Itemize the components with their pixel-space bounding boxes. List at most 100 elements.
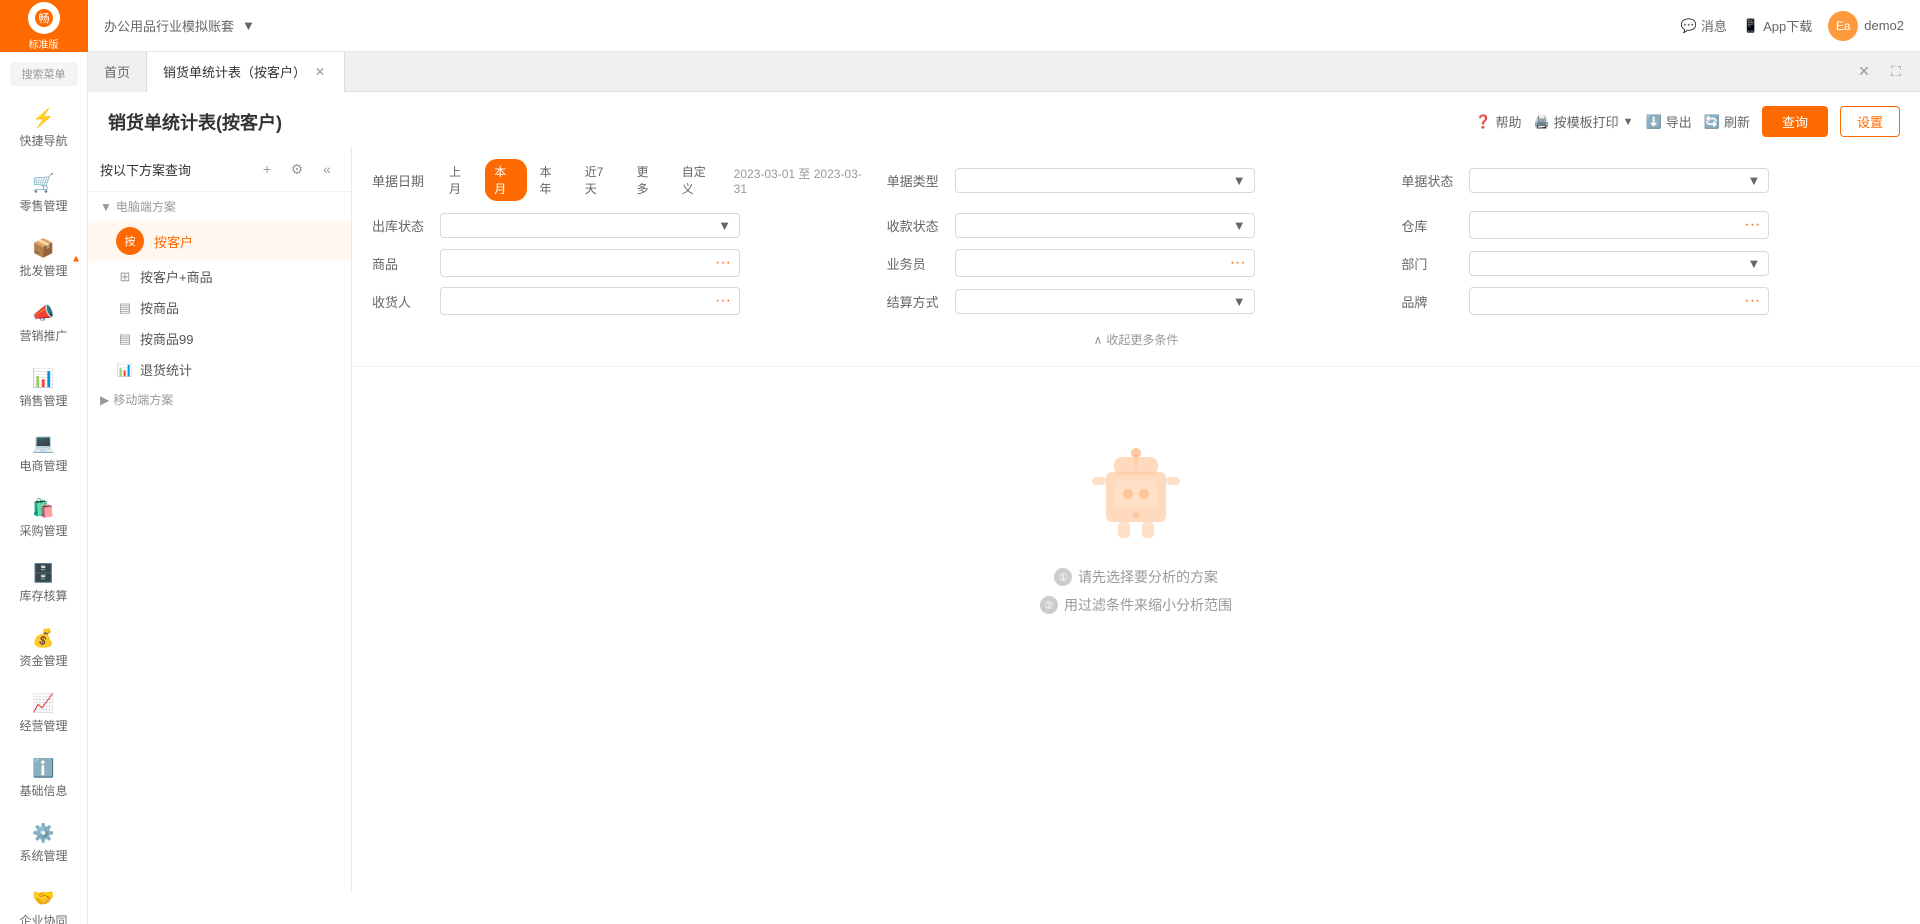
print-button[interactable]: 🖨️ 按模板打印 ▼ <box>1533 112 1633 131</box>
tab-home[interactable]: 首页 <box>88 52 147 92</box>
export-button[interactable]: ⬇️ 导出 <box>1646 112 1692 131</box>
tree-item-refund-stats[interactable]: 📊 退货统计 <box>88 354 351 385</box>
search-menu-label[interactable]: 搜索菜单 <box>10 62 78 86</box>
doc-status-label: 单据状态 <box>1401 171 1461 190</box>
close-window-button[interactable]: ✕ <box>1852 60 1876 84</box>
sidebar-item-wholesale[interactable]: 📦 批发管理 ▲ <box>0 226 87 291</box>
product-dots-icon[interactable]: ··· <box>715 254 731 272</box>
collapse-bar[interactable]: ∧ 收起更多条件 <box>372 325 1900 354</box>
date-btn-last-month[interactable]: 上月 <box>440 159 481 201</box>
tabbar: 首页 销货单统计表（按客户） ✕ ✕ ⛶ <box>88 52 1920 92</box>
tree-group-mobile[interactable]: ▶ 移动端方案 <box>88 385 351 414</box>
brand-input[interactable]: ··· <box>1469 287 1769 315</box>
sidebar-item-basic[interactable]: ℹ️ 基础信息 <box>0 746 87 811</box>
tree-group-desktop[interactable]: ▼ 电脑端方案 <box>88 192 351 221</box>
recipient-dots-icon[interactable]: ··· <box>715 292 731 310</box>
out-status-dropdown-icon: ▼ <box>718 218 731 233</box>
out-status-select[interactable]: ▼ <box>440 213 740 238</box>
filter-staff-item: 业务员 ··· <box>887 249 1386 277</box>
staff-input[interactable]: ··· <box>955 249 1255 277</box>
filter-settlement-item: 结算方式 ▼ <box>887 289 1386 314</box>
grid-icon: ⊞ <box>116 268 134 286</box>
date-btn-more[interactable]: 更多 <box>628 159 669 201</box>
filter-payment-status-item: 收款状态 ▼ <box>887 213 1386 238</box>
left-panel: 按以下方案查询 + ⚙ « ▼ <box>88 147 352 891</box>
left-panel-header: 按以下方案查询 + ⚙ « <box>88 147 351 192</box>
warehouse-input[interactable]: ··· <box>1469 211 1769 239</box>
hint-text-1: 请先选择要分析的方案 <box>1078 567 1218 587</box>
sidebar-item-ecommerce[interactable]: 💻 电商管理 <box>0 421 87 486</box>
doc-type-select[interactable]: ▼ <box>955 168 1255 193</box>
payment-status-dropdown-icon: ▼ <box>1233 218 1246 233</box>
sidebar-item-sales[interactable]: 📊 销售管理 <box>0 356 87 421</box>
filter-area: 单据日期 上月 本月 本年 近7天 更多 自定义 2023-03-01 至 20… <box>352 147 1920 367</box>
tab-sales-report[interactable]: 销货单统计表（按客户） ✕ <box>147 52 345 92</box>
tree-item-by-customer-product[interactable]: ⊞ 按客户+商品 <box>88 261 351 292</box>
print-label: 按模板打印 <box>1554 112 1619 131</box>
tree-item-by-customer[interactable]: 按 按客户 <box>88 221 351 261</box>
close-window-icon: ✕ <box>1858 63 1870 80</box>
date-btn-custom[interactable]: 自定义 <box>673 159 726 201</box>
sidebar-item-system[interactable]: ⚙️ 系统管理 <box>0 811 87 876</box>
sidebar-item-operations[interactable]: 📈 经营管理 <box>0 681 87 746</box>
dropdown-arrow-icon: ▼ <box>242 18 255 33</box>
left-panel-actions: + ⚙ « <box>255 157 339 181</box>
home-tab-label: 首页 <box>104 62 130 81</box>
sidebar-quick-nav[interactable]: ⚡ 快捷导航 <box>0 96 87 161</box>
topbar-left: 办公用品行业模拟账套 ▼ <box>104 16 255 35</box>
breadcrumb-dropdown[interactable]: ▼ <box>242 18 255 33</box>
purchase-label: 采购管理 <box>19 522 67 539</box>
filter-out-status-item: 出库状态 ▼ <box>372 213 871 238</box>
doc-status-select[interactable]: ▼ <box>1469 168 1769 193</box>
tree-item-by-customer-label: 按客户 <box>154 232 193 251</box>
hint-number-2: ② <box>1040 596 1058 614</box>
tree-item-by-product[interactable]: ▤ 按商品 <box>88 292 351 323</box>
hint-text-2: 用过滤条件来缩小分析范围 <box>1064 595 1232 615</box>
setting-button[interactable]: 设置 <box>1840 106 1900 137</box>
filter-product-item: 商品 ··· <box>372 249 871 277</box>
settings-scheme-button[interactable]: ⚙ <box>285 157 309 181</box>
sidebar-search[interactable]: 搜索菜单 <box>0 52 87 96</box>
product-input[interactable]: ··· <box>440 249 740 277</box>
sidebar-item-purchase[interactable]: 🛍️ 采购管理 <box>0 486 87 551</box>
refresh-icon: 🔄 <box>1704 114 1720 130</box>
message-button[interactable]: 💬 消息 <box>1681 16 1727 35</box>
brand-dots-icon[interactable]: ··· <box>1744 292 1760 310</box>
help-button[interactable]: ❓ 帮助 <box>1475 112 1521 131</box>
refresh-button[interactable]: 🔄 刷新 <box>1704 112 1750 131</box>
filter-row-1: 单据日期 上月 本月 本年 近7天 更多 自定义 2023-03-01 至 20… <box>372 159 1900 201</box>
app-download-button[interactable]: 📱 App下载 <box>1743 16 1812 35</box>
user-menu[interactable]: Ea demo2 <box>1828 11 1904 41</box>
date-btn-last-7-days[interactable]: 近7天 <box>576 159 624 201</box>
tab-close-icon[interactable]: ✕ <box>312 64 328 80</box>
app-download-label: App下载 <box>1763 16 1812 35</box>
maximize-window-button[interactable]: ⛶ <box>1884 60 1908 84</box>
sidebar-item-inventory[interactable]: 🗄️ 库存核算 <box>0 551 87 616</box>
right-panel: 单据日期 上月 本月 本年 近7天 更多 自定义 2023-03-01 至 20… <box>352 147 1920 891</box>
sidebar-item-enterprise[interactable]: 🤝 企业协同 <box>0 876 87 924</box>
query-button[interactable]: 查询 <box>1762 106 1828 137</box>
filter-doc-type-item: 单据类型 ▼ <box>887 168 1386 193</box>
recipient-input[interactable]: ··· <box>440 287 740 315</box>
department-select[interactable]: ▼ <box>1469 251 1769 276</box>
staff-dots-icon[interactable]: ··· <box>1230 254 1246 272</box>
main-area: 办公用品行业模拟账套 ▼ 💬 消息 📱 App下载 Ea demo2 <box>88 0 1920 924</box>
tree-item-by-product-99[interactable]: ▤ 按商品99 <box>88 323 351 354</box>
collapse-panel-button[interactable]: « <box>315 157 339 181</box>
sidebar-item-retail[interactable]: 🛒 零售管理 <box>0 161 87 226</box>
date-btn-current-year[interactable]: 本年 <box>531 159 572 201</box>
product-label: 商品 <box>372 254 432 273</box>
sidebar-item-marketing[interactable]: 📣 营销推广 <box>0 291 87 356</box>
tree-item-by-product-label: 按商品 <box>140 298 179 317</box>
date-btn-current-month[interactable]: 本月 <box>485 159 526 201</box>
add-scheme-button[interactable]: + <box>255 157 279 181</box>
payment-status-select[interactable]: ▼ <box>955 213 1255 238</box>
ecommerce-label: 电商管理 <box>19 457 67 474</box>
message-label: 消息 <box>1701 16 1727 35</box>
warehouse-dots-icon[interactable]: ··· <box>1744 216 1760 234</box>
sidebar-item-finance[interactable]: 💰 资金管理 <box>0 616 87 681</box>
page-header-actions: ❓ 帮助 🖨️ 按模板打印 ▼ ⬇️ 导出 🔄 刷新 查询 设置 <box>1475 106 1900 137</box>
bar-icon: 📊 <box>116 361 134 379</box>
settlement-select[interactable]: ▼ <box>955 289 1255 314</box>
tree-group-label-mobile: 移动端方案 <box>113 391 173 408</box>
